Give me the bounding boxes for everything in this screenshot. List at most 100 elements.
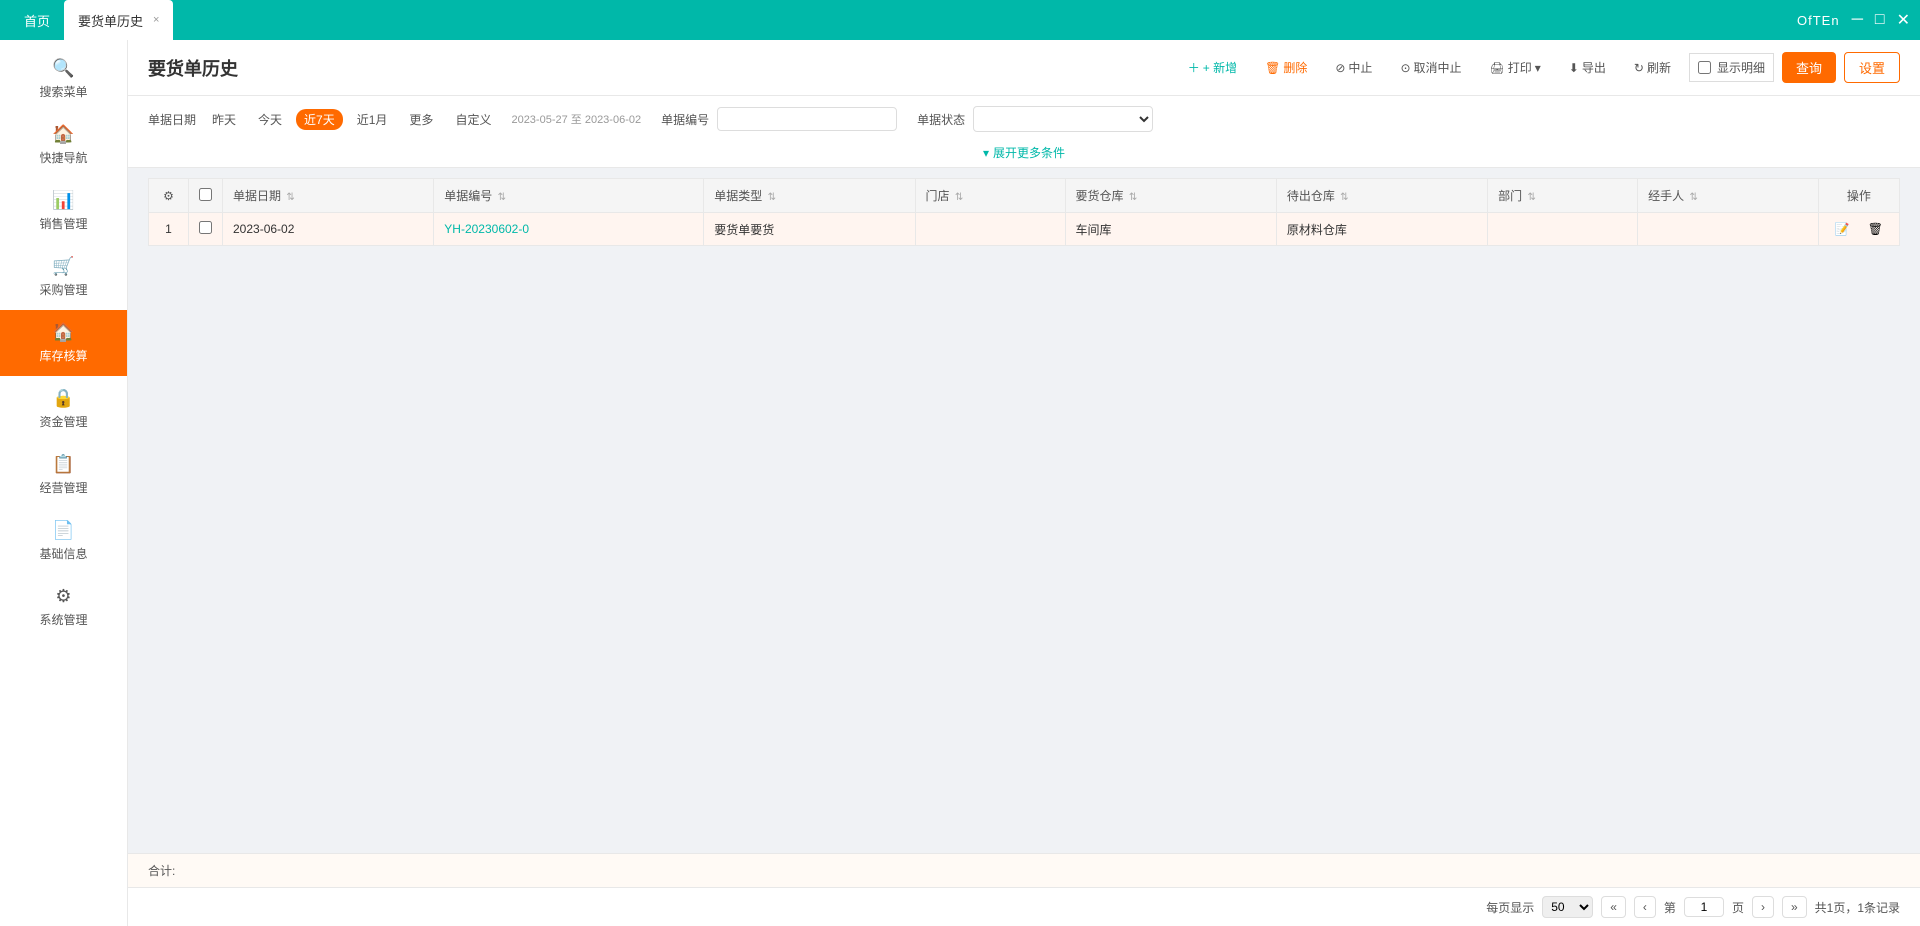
top-bar: 首页 要货单历史 × OfTEn ─ □ ✕ (0, 0, 1920, 40)
sidebar-label-sales: 销售管理 (39, 215, 87, 232)
col-doc-no[interactable]: 单据编号 ⇅ (434, 179, 704, 213)
row-pending-warehouse: 原材料仓库 (1276, 213, 1487, 246)
quick-nav-icon: 🏠 (52, 124, 74, 145)
inventory-icon: 🏠 (52, 322, 74, 343)
table-head: ⚙ 单据日期 ⇅ 单据编号 ⇅ (149, 179, 1900, 213)
date-range-text: 2023-05-27 至 2023-06-02 (511, 111, 641, 127)
sidebar-label-finance: 资金管理 (39, 413, 87, 430)
sidebar-item-quick-nav[interactable]: 🏠 快捷导航 (0, 112, 127, 178)
row-delete-icon: 🗑 (1868, 222, 1883, 236)
sidebar-item-inventory[interactable]: 🏠 库存核算 (0, 310, 127, 376)
tab-requisition-history[interactable]: 要货单历史 × (64, 0, 173, 40)
date-btn-more[interactable]: 更多 (401, 109, 441, 130)
stop-button[interactable]: ⊘ 中止 (1325, 54, 1382, 81)
col-settings[interactable]: ⚙ (149, 179, 189, 213)
delete-button[interactable]: 🗑 删除 (1255, 54, 1317, 81)
col-pending-warehouse[interactable]: 待出仓库 ⇅ (1276, 179, 1487, 213)
col-req-warehouse[interactable]: 要货仓库 ⇅ (1065, 179, 1276, 213)
operations-icon: 📋 (52, 454, 74, 475)
display-detail-checkbox[interactable] (1698, 61, 1711, 74)
status-label: 单据状态 (917, 111, 965, 128)
last-page-btn[interactable]: » (1782, 896, 1807, 918)
doc-no-link[interactable]: YH-20230602-0 (444, 222, 529, 236)
sort-doc-type-icon: ⇅ (768, 192, 776, 203)
export-button[interactable]: ⬇ 导出 (1559, 54, 1616, 81)
sidebar-label-system: 系统管理 (39, 611, 87, 628)
delete-icon: 🗑 (1265, 61, 1280, 75)
col-store[interactable]: 门店 ⇅ (915, 179, 1065, 213)
sidebar-item-system[interactable]: ⚙ 系统管理 (0, 574, 127, 640)
row-store (915, 213, 1065, 246)
next-page-btn[interactable]: › (1752, 896, 1774, 918)
new-button[interactable]: ＋ + 新增 (1178, 54, 1247, 81)
row-actions-cell: 📝 🗑 (1818, 213, 1899, 246)
sidebar-item-sales[interactable]: 📊 销售管理 (0, 178, 127, 244)
sidebar-item-operations[interactable]: 📋 经营管理 (0, 442, 127, 508)
col-doc-date[interactable]: 单据日期 ⇅ (223, 179, 434, 213)
basic-info-icon: 📄 (52, 520, 74, 541)
export-icon: ⬇ (1569, 61, 1579, 75)
tab-close-icon[interactable]: × (153, 14, 159, 26)
display-detail-button[interactable]: 显示明细 (1689, 53, 1774, 82)
first-page-btn[interactable]: « (1601, 896, 1626, 918)
sort-doc-date-icon: ⇅ (286, 192, 294, 203)
date-label: 单据日期 (148, 111, 196, 128)
sidebar-label-purchase: 采购管理 (39, 281, 87, 298)
page-number-input[interactable] (1684, 897, 1724, 917)
sidebar-item-finance[interactable]: 🔒 资金管理 (0, 376, 127, 442)
close-btn[interactable]: ✕ (1897, 10, 1910, 30)
prev-page-btn[interactable]: ‹ (1634, 896, 1656, 918)
col-actions: 操作 (1818, 179, 1899, 213)
row-action-buttons: 📝 🗑 (1829, 220, 1889, 238)
status-filter: 单据状态 (917, 106, 1153, 132)
row-delete-btn[interactable]: 🗑 (1862, 220, 1889, 238)
date-btn-custom[interactable]: 自定义 (447, 109, 499, 130)
total-info: 共1页，1条记录 (1815, 899, 1900, 916)
print-dropdown-icon: ▾ (1535, 61, 1541, 75)
system-icon: ⚙ (55, 586, 71, 607)
expand-icon: ▾ (983, 146, 989, 160)
prev-page-icon: ‹ (1643, 900, 1647, 914)
col-settings-icon: ⚙ (163, 189, 174, 203)
page-size-select[interactable]: 20 50 100 (1542, 896, 1593, 918)
row-doc-no[interactable]: YH-20230602-0 (434, 213, 704, 246)
minimize-btn[interactable]: ─ (1852, 11, 1863, 29)
sidebar-item-purchase[interactable]: 🛒 采购管理 (0, 244, 127, 310)
sort-doc-no-icon: ⇅ (498, 192, 506, 203)
query-button[interactable]: 查询 (1782, 52, 1836, 83)
page-suffix: 页 (1732, 899, 1744, 916)
doc-no-input[interactable] (717, 107, 897, 131)
cancel-stop-button[interactable]: ⊙ 取消中止 (1390, 54, 1471, 81)
status-select[interactable] (973, 106, 1153, 132)
sort-pending-warehouse-icon: ⇅ (1340, 192, 1348, 203)
date-btn-today[interactable]: 今天 (250, 109, 290, 130)
date-btn-7days[interactable]: 近7天 (296, 109, 343, 130)
sidebar-item-search-menu[interactable]: 🔍 搜索菜单 (0, 46, 127, 112)
refresh-button[interactable]: ↻ 刷新 (1624, 54, 1681, 81)
table-container: ⚙ 单据日期 ⇅ 单据编号 ⇅ (128, 168, 1920, 853)
row-select-checkbox[interactable] (199, 221, 212, 234)
maximize-btn[interactable]: □ (1875, 11, 1885, 29)
tab-list: 首页 要货单历史 × (10, 0, 173, 40)
select-all-checkbox[interactable] (199, 188, 212, 201)
col-handler[interactable]: 经手人 ⇅ (1638, 179, 1819, 213)
setting-button[interactable]: 设置 (1844, 52, 1900, 83)
sort-handler-icon: ⇅ (1689, 192, 1697, 203)
col-doc-type[interactable]: 单据类型 ⇅ (704, 179, 915, 213)
sidebar-item-basic-info[interactable]: 📄 基础信息 (0, 508, 127, 574)
tab-requisition-label: 要货单历史 (78, 11, 143, 30)
print-button[interactable]: 🖨 打印 ▾ (1480, 54, 1551, 81)
col-department[interactable]: 部门 ⇅ (1488, 179, 1638, 213)
row-checkbox[interactable] (189, 213, 223, 246)
row-edit-btn[interactable]: 📝 (1829, 220, 1856, 238)
page-size-label: 每页显示 (1486, 899, 1534, 916)
doc-no-label: 单据编号 (661, 111, 709, 128)
table-body: 1 2023-06-02 YH-20230602-0 要货单要货 车间库 原材料… (149, 213, 1900, 246)
col-checkbox[interactable] (189, 179, 223, 213)
first-page-icon: « (1610, 900, 1617, 914)
date-filter: 单据日期 昨天 今天 近7天 近1月 更多 自定义 2023-05-27 至 2… (148, 109, 641, 130)
date-btn-1month[interactable]: 近1月 (349, 109, 396, 130)
expand-filter-btn[interactable]: ▾ 展开更多条件 (983, 144, 1065, 161)
date-btn-yesterday[interactable]: 昨天 (204, 109, 244, 130)
tab-home[interactable]: 首页 (10, 0, 64, 40)
